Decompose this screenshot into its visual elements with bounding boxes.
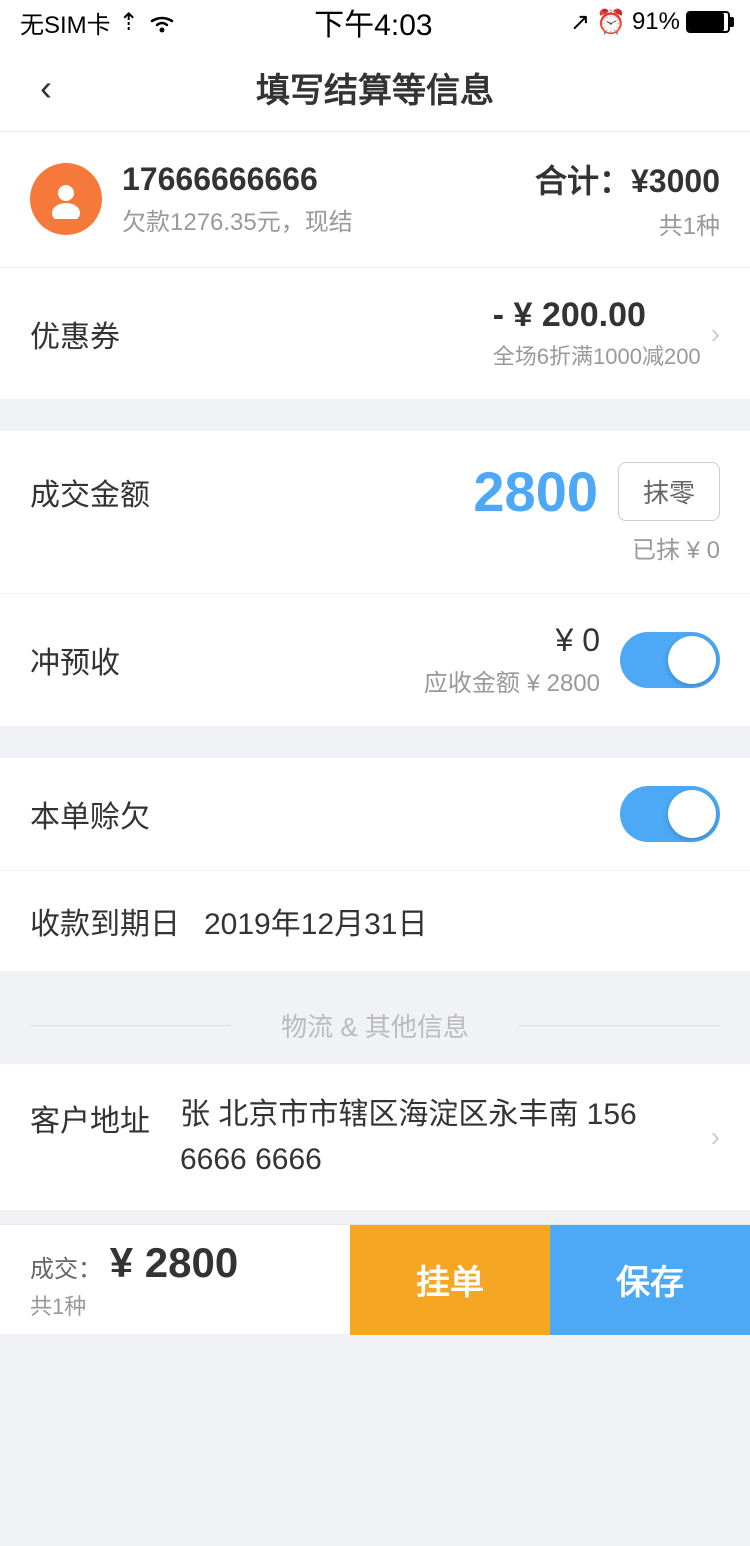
debit-toggle-knob (668, 790, 716, 838)
duedate-row: 收款到期日 2019年12月31日 (30, 899, 720, 943)
divider-1 (0, 415, 750, 431)
coupon-right: - ¥ 200.00 全场6折满1000减200 › (493, 296, 720, 371)
status-left: 无SIM卡 ⇡ (20, 5, 177, 40)
avatar (30, 163, 102, 235)
precollect-right: ¥ 0 应收金额 ¥ 2800 (424, 622, 720, 698)
bottom-deal-label: 成交： (30, 1256, 102, 1283)
address-chevron-icon: › (711, 1121, 720, 1153)
wifi-symbol (147, 11, 177, 33)
debit-section: 本单赊欠 (0, 758, 750, 870)
coupon-discount: - ¥ 200.00 (493, 296, 701, 335)
coupon-label: 优惠券 (30, 312, 120, 356)
round-zero-button[interactable]: 抹零 (618, 462, 720, 521)
debit-card: 本单赊欠 收款到期日 2019年12月31日 (0, 758, 750, 971)
customer-right: 合计：¥3000 共1种 (535, 156, 720, 241)
wifi-icon: ⇡ (119, 8, 139, 37)
precollect-amount: ¥ 0 (424, 622, 600, 659)
nav-bar: ‹ 填写结算等信息 (0, 44, 750, 132)
deal-row: 成交金额 2800 抹零 (30, 459, 720, 524)
logistics-line-left (30, 1025, 231, 1026)
status-bar: 无SIM卡 ⇡ 下午4:03 ↗ ⏰ 91% (0, 0, 750, 44)
toggle-knob (668, 636, 716, 684)
coupon-info: - ¥ 200.00 全场6折满1000减200 (493, 296, 701, 371)
address-value: 张 北京市市辖区海淀区永丰南 156 6666 6666 (180, 1092, 701, 1182)
battery-icon (686, 11, 730, 33)
deal-sub-text: 已抹 ¥ 0 (30, 530, 720, 565)
logistics-label: 物流 & 其他信息 (281, 1007, 469, 1044)
precollect-label: 冲预收 (30, 638, 120, 682)
duedate-section: 收款到期日 2019年12月31日 (0, 870, 750, 971)
battery-percent: 91% (632, 8, 680, 36)
bottom-count: 共1种 (30, 1289, 320, 1321)
address-card: 客户地址 张 北京市市辖区海淀区永丰南 156 6666 6666 › (0, 1064, 750, 1210)
precollect-toggle[interactable] (620, 632, 720, 688)
chevron-right-icon: › (711, 318, 720, 350)
coupon-row[interactable]: 优惠券 - ¥ 200.00 全场6折满1000减200 › (0, 267, 750, 399)
deal-section: 成交金额 2800 抹零 已抹 ¥ 0 (0, 431, 750, 593)
divider-2 (0, 742, 750, 758)
alarm-icon: ⏰ (596, 8, 626, 37)
location-icon: ↗ (570, 8, 590, 37)
bottom-bar: 成交： ¥ 2800 共1种 挂单 保存 (0, 1224, 750, 1334)
precollect-amount-block: ¥ 0 应收金额 ¥ 2800 (424, 622, 600, 698)
bottom-deal-amount: ¥ 2800 (110, 1239, 238, 1286)
precollect-row: 冲预收 ¥ 0 应收金额 ¥ 2800 (30, 622, 720, 698)
page-title: 填写结算等信息 (256, 63, 494, 112)
deal-right: 2800 抹零 (473, 459, 720, 524)
customer-phone: 17666666666 (122, 161, 353, 198)
customer-info: 17666666666 欠款1276.35元，现结 (122, 161, 353, 237)
customer-row: 17666666666 欠款1276.35元，现结 合计：¥3000 共1种 (0, 132, 750, 265)
save-button[interactable]: 保存 (550, 1225, 750, 1335)
customer-card: 17666666666 欠款1276.35元，现结 合计：¥3000 共1种 优… (0, 132, 750, 399)
precollect-section: 冲预收 ¥ 0 应收金额 ¥ 2800 (0, 593, 750, 726)
address-label: 客户地址 (30, 1092, 150, 1140)
deal-amount-value: 2800 (473, 459, 598, 524)
customer-left: 17666666666 欠款1276.35元，现结 (30, 161, 353, 237)
bottom-deal-row: 成交： ¥ 2800 (30, 1239, 320, 1287)
precollect-sub: 应收金额 ¥ 2800 (424, 663, 600, 698)
status-right: ↗ ⏰ 91% (570, 8, 730, 37)
deal-card: 成交金额 2800 抹零 已抹 ¥ 0 冲预收 ¥ 0 应收金额 ¥ 2800 (0, 431, 750, 726)
pending-button[interactable]: 挂单 (350, 1225, 550, 1335)
total-amount: 合计：¥3000 (535, 156, 720, 202)
debit-label: 本单赊欠 (30, 792, 150, 836)
bottom-summary: 成交： ¥ 2800 共1种 (0, 1239, 350, 1321)
total-count: 共1种 (535, 206, 720, 241)
coupon-desc: 全场6折满1000减200 (493, 339, 701, 371)
logistics-divider: 物流 & 其他信息 (0, 987, 750, 1064)
debit-toggle[interactable] (620, 786, 720, 842)
logistics-line-right (519, 1025, 720, 1026)
deal-label: 成交金额 (30, 470, 150, 514)
duedate-label: 收款到期日 (30, 899, 180, 943)
duedate-value: 2019年12月31日 (204, 899, 427, 943)
back-button[interactable]: ‹ (30, 57, 62, 119)
address-section[interactable]: 客户地址 张 北京市市辖区海淀区永丰南 156 6666 6666 › (0, 1064, 750, 1210)
carrier-text: 无SIM卡 (20, 5, 111, 40)
customer-debt: 欠款1276.35元，现结 (122, 202, 353, 237)
status-time: 下午4:03 (314, 0, 432, 44)
